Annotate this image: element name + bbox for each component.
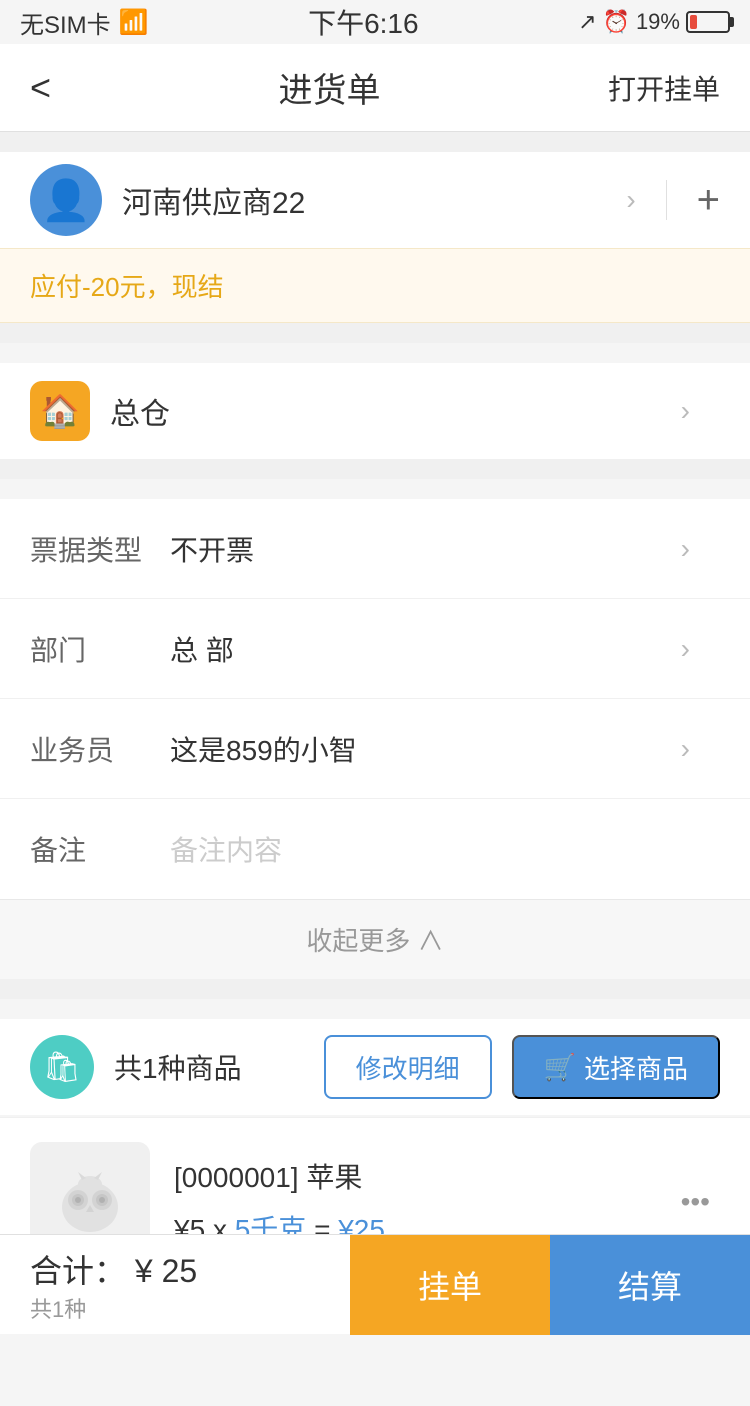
product-header-icon: 🛍	[30, 1035, 94, 1099]
collapse-bar[interactable]: 收起更多 ∧	[0, 899, 750, 979]
gap-1	[0, 132, 750, 152]
total-value: ¥ 25	[135, 1253, 197, 1289]
nav-bar: < 进货单 打开挂单	[0, 44, 750, 132]
open-suspend-button[interactable]: 打开挂单	[608, 68, 720, 108]
note-input[interactable]: 备注内容	[170, 829, 720, 869]
collapse-label: 收起更多 ∧	[306, 921, 443, 958]
supplier-row[interactable]: 👤 河南供应商22 › +	[0, 152, 750, 248]
select-product-icon: 🛒	[544, 1052, 576, 1083]
select-product-button[interactable]: 🛒 选择商品	[512, 1035, 720, 1099]
warehouse-icon: 🏠	[30, 381, 90, 441]
status-right: ↗ ⏰ 19%	[578, 9, 730, 35]
edit-detail-button[interactable]: 修改明细	[324, 1035, 492, 1099]
invoice-chevron-icon: ›	[681, 533, 690, 565]
salesperson-label: 业务员	[30, 729, 170, 769]
bottom-bar: 合计： ¥ 25 共1种 挂单 结算	[0, 1234, 750, 1334]
form-row-dept[interactable]: 部门 总 部 ›	[0, 599, 750, 699]
product-name: [0000001] 苹果	[174, 1156, 671, 1196]
battery-percent: 19%	[636, 9, 680, 35]
owl-logo-icon	[50, 1162, 130, 1242]
warehouse-name: 总仓	[110, 389, 681, 433]
status-left: 无SIM卡 📶	[20, 5, 149, 40]
note-label: 备注	[30, 829, 170, 869]
invoice-value: 不开票	[170, 529, 681, 569]
form-row-note[interactable]: 备注 备注内容	[0, 799, 750, 899]
dept-label: 部门	[30, 629, 170, 669]
gap-4	[0, 979, 750, 999]
total-amount: 合计： ¥ 25	[30, 1246, 320, 1292]
gap-3	[0, 459, 750, 479]
supplier-name: 河南供应商22	[122, 178, 626, 222]
status-bar: 无SIM卡 📶 下午6:16 ↗ ⏰ 19%	[0, 0, 750, 44]
checkout-button[interactable]: 结算	[550, 1235, 750, 1335]
suspend-button[interactable]: 挂单	[350, 1235, 550, 1335]
total-label: 合计：	[30, 1253, 126, 1289]
supplier-notice: 应付-20元，现结	[0, 248, 750, 323]
product-code: [0000001]	[174, 1162, 299, 1193]
page-title: 进货单	[279, 63, 381, 112]
avatar-icon: 👤	[41, 177, 91, 224]
alarm-icon: ⏰	[603, 9, 630, 35]
form-section: 票据类型 不开票 › 部门 总 部 › 业务员 这是859的小智 › 备注 备注…	[0, 499, 750, 899]
dept-chevron-icon: ›	[681, 633, 690, 665]
product-more-button[interactable]: •••	[671, 1176, 720, 1228]
form-row-invoice[interactable]: 票据类型 不开票 ›	[0, 499, 750, 599]
salesperson-chevron-icon: ›	[681, 733, 690, 765]
warehouse-chevron-icon: ›	[681, 395, 690, 427]
gap-2	[0, 323, 750, 343]
add-supplier-button[interactable]: +	[697, 178, 720, 223]
form-row-salesperson[interactable]: 业务员 这是859的小智 ›	[0, 699, 750, 799]
signal-text: 无SIM卡	[20, 5, 111, 40]
total-section: 合计： ¥ 25 共1种	[0, 1246, 350, 1324]
battery-icon	[686, 11, 730, 33]
product-count: 共1种商品	[114, 1047, 324, 1087]
divider-vertical	[666, 180, 667, 220]
salesperson-value: 这是859的小智	[170, 729, 681, 769]
supplier-chevron-icon: ›	[626, 184, 635, 216]
product-header: 🛍 共1种商品 修改明细 🛒 选择商品	[0, 1019, 750, 1115]
back-button[interactable]: <	[30, 67, 51, 109]
total-count: 共1种	[30, 1292, 320, 1324]
supplier-avatar: 👤	[30, 164, 102, 236]
wifi-icon: 📶	[119, 8, 149, 37]
invoice-label: 票据类型	[30, 529, 170, 569]
product-title-text: 苹果	[306, 1162, 362, 1193]
status-time: 下午6:16	[308, 2, 419, 42]
location-icon: ↗	[578, 9, 596, 35]
dept-value: 总 部	[170, 629, 681, 669]
warehouse-row[interactable]: 🏠 总仓 ›	[0, 363, 750, 459]
